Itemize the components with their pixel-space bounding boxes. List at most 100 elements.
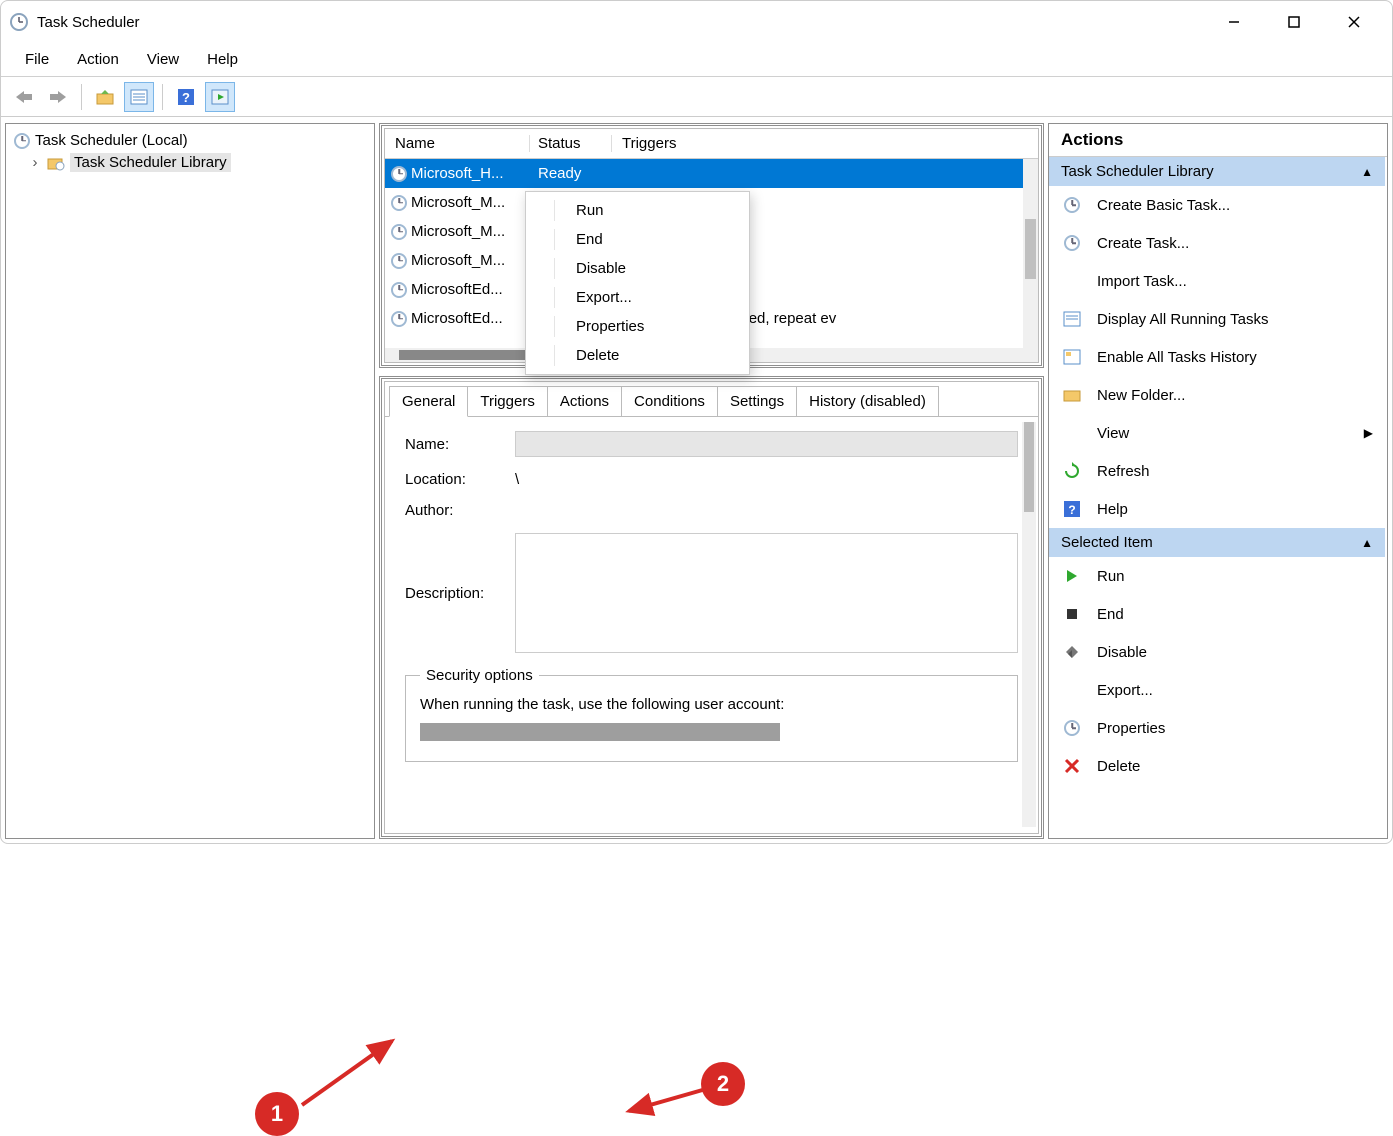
actions-title: Actions [1049, 124, 1387, 157]
play-icon [1061, 565, 1083, 587]
clock-icon [391, 195, 407, 211]
annotation-badge-1: 1 [255, 1092, 299, 1136]
security-text: When running the task, use the following… [420, 696, 1003, 713]
action-refresh[interactable]: Refresh [1049, 452, 1385, 490]
tree-panel: Task Scheduler (Local) › Task Scheduler … [5, 123, 375, 839]
action-label: Create Basic Task... [1097, 197, 1230, 214]
action-label: New Folder... [1097, 387, 1185, 404]
tree-root[interactable]: Task Scheduler (Local) [10, 130, 370, 151]
nav-forward-icon[interactable] [43, 82, 73, 112]
close-button[interactable] [1324, 1, 1384, 43]
list-icon [1061, 308, 1083, 330]
action-label: Display All Running Tasks [1097, 311, 1268, 328]
task-row[interactable]: Microsoft_H... Ready [385, 159, 1038, 188]
clock-icon [391, 166, 407, 182]
menu-bar: File Action View Help [1, 43, 1392, 77]
menu-help[interactable]: Help [193, 45, 252, 74]
chevron-right-icon: ▶ [1364, 426, 1373, 440]
clock-icon [1061, 232, 1083, 254]
action-view[interactable]: View ▶ [1049, 414, 1385, 452]
action-enable-history[interactable]: Enable All Tasks History [1049, 338, 1385, 376]
task-name: Microsoft_H... [411, 165, 504, 182]
action-label: Create Task... [1097, 235, 1189, 252]
toolbar: ? [1, 77, 1392, 117]
folder-up-icon[interactable] [90, 82, 120, 112]
maximize-button[interactable] [1264, 1, 1324, 43]
properties-icon[interactable] [124, 82, 154, 112]
task-name: Microsoft_M... [411, 252, 505, 269]
tab-conditions[interactable]: Conditions [621, 386, 718, 417]
action-label: Run [1097, 568, 1125, 585]
action-display-running[interactable]: Display All Running Tasks [1049, 300, 1385, 338]
action-delete[interactable]: Delete [1049, 747, 1385, 785]
window-title: Task Scheduler [37, 14, 140, 31]
nav-back-icon[interactable] [9, 82, 39, 112]
action-new-folder[interactable]: New Folder... [1049, 376, 1385, 414]
action-create-basic[interactable]: Create Basic Task... [1049, 186, 1385, 224]
svg-text:?: ? [182, 90, 190, 105]
annotation-arrow-2 [621, 1083, 721, 1123]
column-triggers[interactable]: Triggers [612, 135, 1038, 152]
task-name: Microsoft_M... [411, 194, 505, 211]
action-create-task[interactable]: Create Task... [1049, 224, 1385, 262]
cm-disable[interactable]: Disable [526, 254, 749, 283]
stop-icon [1061, 603, 1083, 625]
svg-text:?: ? [1068, 503, 1075, 517]
tree-library[interactable]: › Task Scheduler Library [10, 151, 370, 174]
action-label: View [1097, 425, 1129, 442]
context-menu: Run End Disable Export... Properties Del… [525, 191, 750, 375]
actions-section-library[interactable]: Task Scheduler Library ▲ [1049, 157, 1385, 186]
cm-properties[interactable]: Properties [526, 312, 749, 341]
action-properties[interactable]: Properties [1049, 709, 1385, 747]
actions-section-selected[interactable]: Selected Item ▲ [1049, 528, 1385, 557]
clock-icon [391, 311, 407, 327]
action-label: Disable [1097, 644, 1147, 661]
folder-clock-icon [47, 155, 65, 171]
detail-scrollbar[interactable] [1022, 422, 1036, 827]
cm-export[interactable]: Export... [526, 283, 749, 312]
column-headers: Name Status Triggers [385, 129, 1038, 159]
detail-panel: General Triggers Actions Conditions Sett… [379, 376, 1044, 839]
run-toolbar-icon[interactable] [205, 82, 235, 112]
tab-history[interactable]: History (disabled) [796, 386, 939, 417]
action-disable[interactable]: Disable [1049, 633, 1385, 671]
action-help[interactable]: ? Help [1049, 490, 1385, 528]
vertical-scrollbar[interactable] [1023, 159, 1038, 362]
clock-icon [14, 133, 30, 149]
action-label: Help [1097, 501, 1128, 518]
clock-icon [391, 282, 407, 298]
tab-settings[interactable]: Settings [717, 386, 797, 417]
cm-end[interactable]: End [526, 225, 749, 254]
column-status[interactable]: Status [530, 135, 612, 152]
blank-icon [1061, 679, 1083, 701]
help-icon[interactable]: ? [171, 82, 201, 112]
action-import-task[interactable]: Import Task... [1049, 262, 1385, 300]
refresh-icon [1061, 460, 1083, 482]
folder-icon [1061, 384, 1083, 406]
column-name[interactable]: Name [385, 135, 530, 152]
action-label: Properties [1097, 720, 1165, 737]
cm-delete[interactable]: Delete [526, 341, 749, 370]
chevron-up-icon: ▲ [1361, 165, 1373, 179]
menu-view[interactable]: View [133, 45, 193, 74]
actions-section-library-label: Task Scheduler Library [1061, 163, 1214, 180]
task-name: MicrosoftEd... [411, 281, 503, 298]
action-export[interactable]: Export... [1049, 671, 1385, 709]
minimize-button[interactable] [1204, 1, 1264, 43]
cm-run[interactable]: Run [526, 196, 749, 225]
action-label: Export... [1097, 682, 1153, 699]
tab-triggers[interactable]: Triggers [467, 386, 547, 417]
name-label: Name: [405, 436, 515, 453]
tab-general[interactable]: General [389, 386, 468, 417]
menu-file[interactable]: File [11, 45, 63, 74]
history-icon [1061, 346, 1083, 368]
clock-add-icon [1061, 194, 1083, 216]
description-field [515, 533, 1018, 653]
help-icon: ? [1061, 498, 1083, 520]
security-legend: Security options [420, 667, 539, 684]
task-name: Microsoft_M... [411, 223, 505, 240]
action-end[interactable]: End [1049, 595, 1385, 633]
menu-action[interactable]: Action [63, 45, 133, 74]
action-run[interactable]: Run [1049, 557, 1385, 595]
tab-actions[interactable]: Actions [547, 386, 622, 417]
